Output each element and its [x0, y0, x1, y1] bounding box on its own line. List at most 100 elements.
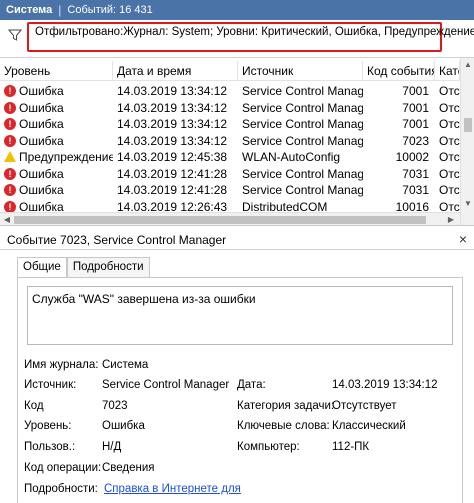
event-level-cell: Предупреждение: [0, 149, 113, 166]
error-icon: !: [4, 118, 16, 131]
event-row[interactable]: ! Ошибка 14.03.2019 13:34:12 Service Contro…: [0, 83, 460, 100]
scroll-right-arrow-icon[interactable]: ▶: [446, 215, 456, 225]
online-help-link[interactable]: Справка в Интернете для: [104, 480, 241, 498]
vertical-scroll-thumb[interactable]: [464, 118, 472, 132]
column-header-event-code[interactable]: Код события: [363, 61, 435, 81]
event-message: Служба "WAS" завершена из-за ошибки: [32, 292, 256, 306]
filter-description: Отфильтровано:Журнал: System; Уровни: Кр…: [35, 26, 474, 38]
event-source: Service Control Manager: [242, 100, 363, 115]
date-value: 14.03.2019 13:34:12: [332, 379, 438, 391]
event-category: Отсу: [439, 117, 460, 131]
scroll-up-arrow-icon[interactable]: ▲: [464, 61, 472, 69]
scroll-left-arrow-icon[interactable]: ◀: [2, 215, 12, 225]
event-level-text: Ошибка: [19, 166, 64, 181]
log-name-label: Имя журнала:: [24, 359, 99, 371]
task-category-value: Отсутствует: [332, 400, 397, 412]
horizontal-scroll-thumb[interactable]: [14, 216, 426, 224]
event-source: Service Control Manager: [242, 183, 363, 197]
event-datetime: 14.03.2019 13:34:12: [117, 84, 228, 98]
event-row[interactable]: ! Ошибка 14.03.2019 12:41:28 Service Contro…: [0, 182, 460, 199]
computer-label: Компьютер:: [237, 441, 300, 453]
event-message-box[interactable]: Служба "WAS" завершена из-за ошибки: [27, 286, 453, 345]
event-row[interactable]: ! Ошибка 14.03.2019 13:34:12 Service Contro…: [0, 116, 460, 133]
column-header-source[interactable]: Источник: [238, 61, 363, 81]
scroll-down-arrow-icon[interactable]: ▼: [464, 200, 472, 208]
keywords-value: Классический: [332, 420, 406, 432]
task-category-label: Категория задачи:: [237, 400, 335, 412]
user-label: Пользов.:: [24, 441, 76, 453]
event-category: Отсу: [439, 84, 460, 98]
event-level-cell: ! Ошибка: [0, 133, 113, 150]
log-name-value: Система: [102, 359, 149, 371]
event-code: 7001: [402, 100, 429, 115]
events-list[interactable]: Уровень Дата и время Источник Код событи…: [0, 58, 474, 226]
filter-bar: Отфильтровано:Журнал: System; Уровни: Кр…: [0, 20, 474, 58]
keywords-label: Ключевые слова:: [237, 420, 330, 432]
column-header-category[interactable]: Катег: [435, 61, 460, 81]
source-value: Service Control Manager: [102, 379, 230, 391]
error-icon: !: [4, 200, 16, 213]
event-datetime: 14.03.2019 12:45:38: [117, 150, 228, 164]
close-icon[interactable]: ×: [456, 231, 470, 247]
event-level-text: Ошибка: [19, 100, 64, 115]
event-category: Отсу: [439, 133, 460, 148]
event-row[interactable]: Предупреждение 14.03.2019 12:45:38 WLAN-Au…: [0, 149, 460, 166]
event-code-label: Код: [24, 400, 44, 412]
title-separator: |: [58, 3, 62, 17]
event-level-text: Ошибка: [19, 117, 64, 131]
user-value: Н/Д: [102, 441, 122, 453]
event-level-text: Ошибка: [19, 183, 64, 197]
more-info-label: Подробности:: [24, 483, 98, 495]
event-source: Service Control Manager: [242, 133, 363, 148]
event-detail-title: Событие 7023, Service Control Manager: [7, 233, 227, 247]
tab-general[interactable]: Общие: [17, 257, 67, 278]
events-count: Событий: 16 431: [67, 4, 153, 16]
computer-value: 112-ПК: [332, 441, 370, 453]
filter-icon: [8, 29, 22, 41]
event-level-cell: ! Ошибка: [0, 116, 113, 133]
event-code-value: 7023: [102, 400, 128, 412]
vertical-scrollbar[interactable]: ▲ ▼: [460, 58, 474, 225]
event-row[interactable]: ! Ошибка 14.03.2019 13:34:12 Service Contro…: [0, 100, 460, 117]
event-code: 10002: [395, 150, 429, 164]
error-icon: !: [4, 167, 16, 180]
event-level-text: Ошибка: [19, 84, 64, 98]
event-code: 7001: [402, 117, 429, 131]
event-datetime: 14.03.2019 12:41:28: [117, 166, 228, 181]
events-rows: ! Ошибка 14.03.2019 13:34:12 Service Contro…: [0, 83, 460, 215]
event-datetime: 14.03.2019 13:34:12: [117, 117, 228, 131]
event-datetime: 14.03.2019 13:34:12: [117, 133, 228, 148]
event-level-text: Предупреждение: [19, 150, 113, 164]
column-header-datetime[interactable]: Дата и время: [113, 61, 238, 81]
horizontal-scrollbar[interactable]: ◀ ▶: [0, 212, 460, 225]
error-icon: !: [4, 101, 16, 114]
tab-details[interactable]: Подробности: [66, 257, 150, 277]
error-icon: !: [4, 85, 16, 98]
log-name: Система: [6, 4, 53, 16]
opcode-label: Код операции:: [24, 462, 102, 474]
source-label: Источник:: [24, 379, 77, 391]
event-row[interactable]: ! Ошибка 14.03.2019 13:34:12 Service Contro…: [0, 133, 460, 150]
event-datetime: 14.03.2019 13:34:12: [117, 100, 228, 115]
event-row[interactable]: ! Ошибка 14.03.2019 12:41:28 Service Contro…: [0, 166, 460, 183]
column-header-level[interactable]: Уровень: [0, 61, 113, 81]
event-level-text: Ошибка: [19, 133, 64, 148]
opcode-value: Сведения: [102, 462, 155, 474]
error-icon: !: [4, 134, 16, 147]
warning-icon: [4, 151, 16, 163]
events-list-header: Уровень Дата и время Источник Код событи…: [0, 61, 460, 81]
event-level-cell: ! Ошибка: [0, 100, 113, 117]
date-label: Дата:: [237, 379, 266, 391]
event-level-cell: ! Ошибка: [0, 182, 113, 199]
event-category: Отсу: [439, 150, 460, 164]
event-detail-header: Событие 7023, Service Control Manager ×: [0, 230, 474, 250]
event-level-cell: ! Ошибка: [0, 166, 113, 183]
error-icon: !: [4, 184, 16, 197]
event-source: Service Control Manager: [242, 84, 363, 98]
event-code: 7023: [402, 133, 429, 148]
event-category: Отсу: [439, 183, 460, 197]
event-source: Service Control Manager: [242, 117, 363, 131]
event-category: Отсу: [439, 100, 460, 115]
event-code: 7031: [402, 166, 429, 181]
detail-tabs: Общие Подробности: [17, 257, 150, 278]
